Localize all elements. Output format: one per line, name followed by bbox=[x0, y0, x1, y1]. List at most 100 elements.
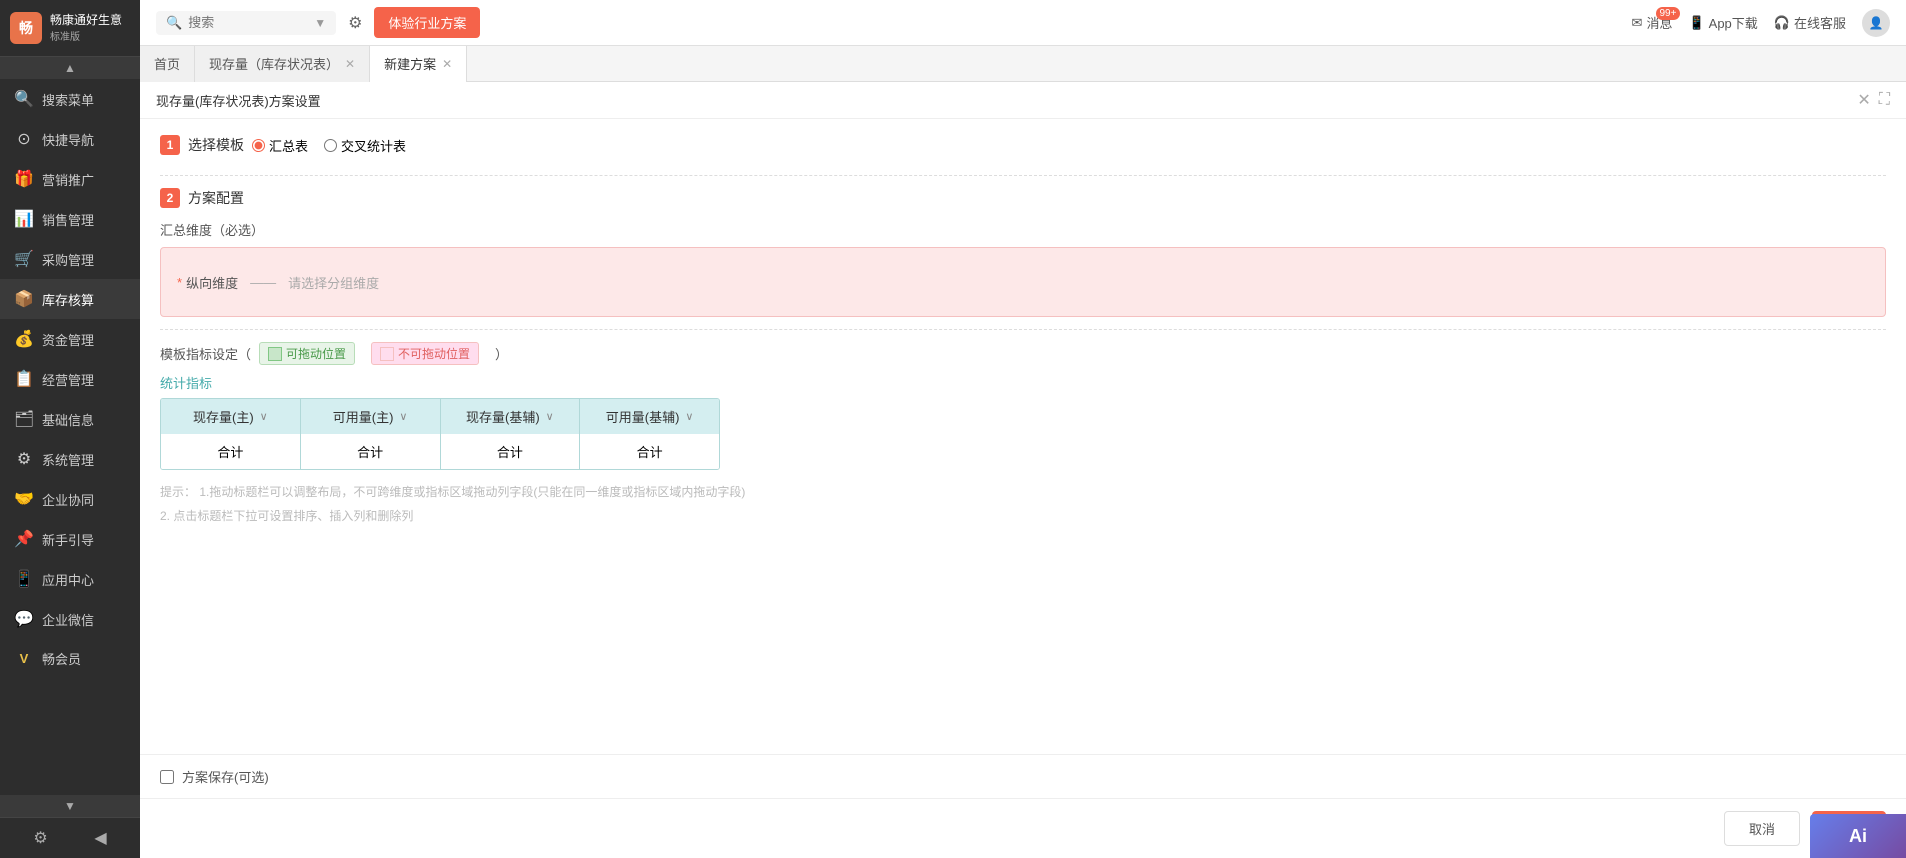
stats-col-label-1: 可用量(主) bbox=[333, 407, 394, 426]
ai-button[interactable]: Ai bbox=[1810, 814, 1906, 858]
topbar-msg-btn[interactable]: ✉ 消息 99+ bbox=[1632, 13, 1673, 32]
topbar-service-btn[interactable]: 🎧 在线客服 bbox=[1774, 13, 1846, 32]
stats-col-chevron-0[interactable]: ∨ bbox=[260, 410, 268, 423]
stats-col-header-1[interactable]: 可用量(主) ∨ bbox=[301, 399, 441, 434]
system-icon: ⚙ bbox=[14, 449, 34, 469]
close-panel-btn[interactable]: ✕ bbox=[1857, 90, 1870, 110]
sidebar-item-wechat[interactable]: 💬 企业微信 bbox=[0, 599, 140, 639]
sidebar-item-purchase[interactable]: 🛒 采购管理 bbox=[0, 239, 140, 279]
dim-area[interactable]: * 纵向维度 —— 请选择分组维度 bbox=[160, 247, 1886, 317]
newcomer-icon: 📌 bbox=[14, 529, 34, 549]
radio-cross[interactable]: 交叉统计表 bbox=[324, 136, 406, 155]
sidebar-item-operation[interactable]: 📋 经营管理 bbox=[0, 359, 140, 399]
topbar-avatar[interactable]: 👤 bbox=[1862, 9, 1890, 37]
sidebar-item-enterprise[interactable]: 🤝 企业协同 bbox=[0, 479, 140, 519]
sidebar-item-appstore[interactable]: 📱 应用中心 bbox=[0, 559, 140, 599]
vip-icon: V bbox=[14, 651, 34, 666]
expand-panel-btn[interactable]: ⛶ bbox=[1879, 91, 1890, 109]
finance-icon: 💰 bbox=[14, 329, 34, 349]
enterprise-icon: 🤝 bbox=[14, 489, 34, 509]
sidebar-item-label: 应用中心 bbox=[42, 570, 94, 589]
fixed-badge-box bbox=[380, 347, 394, 361]
headset-icon: 🎧 bbox=[1774, 15, 1790, 31]
sidebar-collapse-icon[interactable]: ◀ bbox=[94, 828, 106, 848]
stats-col-chevron-1[interactable]: ∨ bbox=[399, 410, 407, 423]
tab-home[interactable]: 首页 bbox=[140, 46, 195, 82]
topbar-search-chevron[interactable]: ▼ bbox=[314, 16, 326, 30]
msg-icon: ✉ bbox=[1632, 15, 1643, 31]
settings-panel: 1 选择模板 汇总表 交叉统计表 bbox=[140, 119, 1906, 754]
sidebar-item-label: 库存核算 bbox=[42, 290, 94, 309]
stats-col-header-3[interactable]: 可用量(基辅) ∨ bbox=[580, 399, 719, 434]
sidebar-scroll-down[interactable]: ▼ bbox=[0, 795, 140, 817]
stats-col-chevron-2[interactable]: ∨ bbox=[546, 410, 554, 423]
sidebar-settings-icon[interactable]: ⚙ bbox=[33, 828, 47, 848]
stats-cell-1: 合计 bbox=[301, 434, 441, 469]
sidebar-footer: ⚙ ◀ bbox=[0, 817, 140, 858]
stats-col-label-2: 现存量(基辅) bbox=[466, 407, 540, 426]
sidebar-scroll-up[interactable]: ▲ bbox=[0, 57, 140, 79]
marketing-icon: 🎁 bbox=[14, 169, 34, 189]
tab-inventory[interactable]: 现存量（库存状况表） ✕ bbox=[195, 46, 370, 82]
content-header: 现存量(库存状况表)方案设置 ✕ ⛶ bbox=[140, 82, 1906, 119]
sidebar-item-label: 企业协同 bbox=[42, 490, 94, 509]
tip-1: 提示： 1.拖动标题栏可以调整布局，不可跨维度或指标区域拖动列字段(只能在同一维… bbox=[160, 482, 1886, 504]
radio-summary[interactable]: 汇总表 bbox=[252, 136, 308, 155]
radio-cross-input[interactable] bbox=[324, 139, 337, 152]
sidebar-item-finance[interactable]: 💰 资金管理 bbox=[0, 319, 140, 359]
tab-new-plan[interactable]: 新建方案 ✕ bbox=[370, 46, 467, 82]
stats-col-header-0[interactable]: 现存量(主) ∨ bbox=[161, 399, 301, 434]
save-checkbox[interactable] bbox=[160, 770, 174, 784]
stats-col-label-3: 可用量(基辅) bbox=[606, 407, 680, 426]
radio-summary-input[interactable] bbox=[252, 139, 265, 152]
tab-inventory-close[interactable]: ✕ bbox=[345, 57, 355, 71]
app-tag: 标准版 bbox=[50, 28, 122, 43]
radio-summary-label: 汇总表 bbox=[269, 136, 308, 155]
stats-col-chevron-3[interactable]: ∨ bbox=[685, 410, 693, 423]
sidebar-item-quick[interactable]: ⊙ 快捷导航 bbox=[0, 119, 140, 159]
footer-btns: 取消 查询 bbox=[140, 798, 1906, 858]
topbar-search-input[interactable] bbox=[188, 15, 308, 30]
msg-badge: 99+ bbox=[1656, 7, 1681, 20]
topbar-app-btn[interactable]: 📱 App下载 bbox=[1688, 13, 1757, 32]
stats-col-header-2[interactable]: 现存量(基辅) ∨ bbox=[441, 399, 581, 434]
topbar-gear-icon[interactable]: ⚙ bbox=[348, 13, 362, 33]
sidebar-item-system[interactable]: ⚙ 系统管理 bbox=[0, 439, 140, 479]
search-menu-icon: 🔍 bbox=[14, 89, 34, 109]
agg-dim-section: 汇总维度（必选） * 纵向维度 —— 请选择分组维度 bbox=[160, 220, 1886, 317]
stats-cell-0: 合计 bbox=[161, 434, 301, 469]
tab-new-close[interactable]: ✕ bbox=[442, 57, 452, 71]
fixed-label: 不可拖动位置 bbox=[398, 345, 470, 362]
save-label: 方案保存(可选) bbox=[182, 767, 269, 786]
sidebar-item-vip[interactable]: V 畅会员 bbox=[0, 639, 140, 678]
stats-col-label-0: 现存量(主) bbox=[193, 407, 254, 426]
sidebar-item-inventory[interactable]: 📦 库存核算 bbox=[0, 279, 140, 319]
purchase-icon: 🛒 bbox=[14, 249, 34, 269]
stats-table-row: 合计 合计 合计 合计 bbox=[161, 434, 719, 469]
indicator-section: 模板指标设定（ 可拖动位置 不可拖动位置 ） 统计指标 bbox=[160, 342, 1886, 470]
sidebar-item-search[interactable]: 🔍 搜索菜单 bbox=[0, 79, 140, 119]
stats-cell-label-2: 合计 bbox=[497, 442, 523, 461]
stats-table-header: 现存量(主) ∨ 可用量(主) ∨ 现存量(基辅) ∨ bbox=[161, 399, 719, 434]
trial-btn[interactable]: 体验行业方案 bbox=[374, 7, 480, 38]
tips-section: 提示： 1.拖动标题栏可以调整布局，不可跨维度或指标区域拖动列字段(只能在同一维… bbox=[160, 482, 1886, 527]
sidebar-nav: 🔍 搜索菜单 ⊙ 快捷导航 🎁 营销推广 📊 销售管理 🛒 采购管理 📦 库存核… bbox=[0, 79, 140, 795]
app-name: 畅康通好生意 bbox=[50, 13, 122, 29]
section2-num: 2 bbox=[160, 188, 180, 208]
sidebar-item-basic[interactable]: 🗂 基础信息 bbox=[0, 399, 140, 439]
fixed-badge: 不可拖动位置 bbox=[371, 342, 479, 365]
indicator-label-end: ） bbox=[495, 344, 508, 363]
draggable-label: 可拖动位置 bbox=[286, 345, 346, 362]
stats-table: 现存量(主) ∨ 可用量(主) ∨ 现存量(基辅) ∨ bbox=[160, 398, 720, 470]
agg-dim-label: 汇总维度（必选） bbox=[160, 220, 1886, 239]
stats-cell-label-1: 合计 bbox=[357, 442, 383, 461]
sidebar-item-sales[interactable]: 📊 销售管理 bbox=[0, 199, 140, 239]
cancel-button[interactable]: 取消 bbox=[1724, 811, 1800, 846]
topbar-search-icon: 🔍 bbox=[166, 15, 182, 31]
section-config: 2 方案配置 汇总维度（必选） * 纵向维度 —— 请选择分组维度 bbox=[160, 188, 1886, 527]
sidebar-item-newcomer[interactable]: 📌 新手引导 bbox=[0, 519, 140, 559]
tab-new-label: 新建方案 bbox=[384, 54, 436, 73]
dim-name: 纵向维度 bbox=[186, 273, 238, 292]
dim-required-mark: * bbox=[177, 275, 182, 290]
sidebar-item-marketing[interactable]: 🎁 营销推广 bbox=[0, 159, 140, 199]
